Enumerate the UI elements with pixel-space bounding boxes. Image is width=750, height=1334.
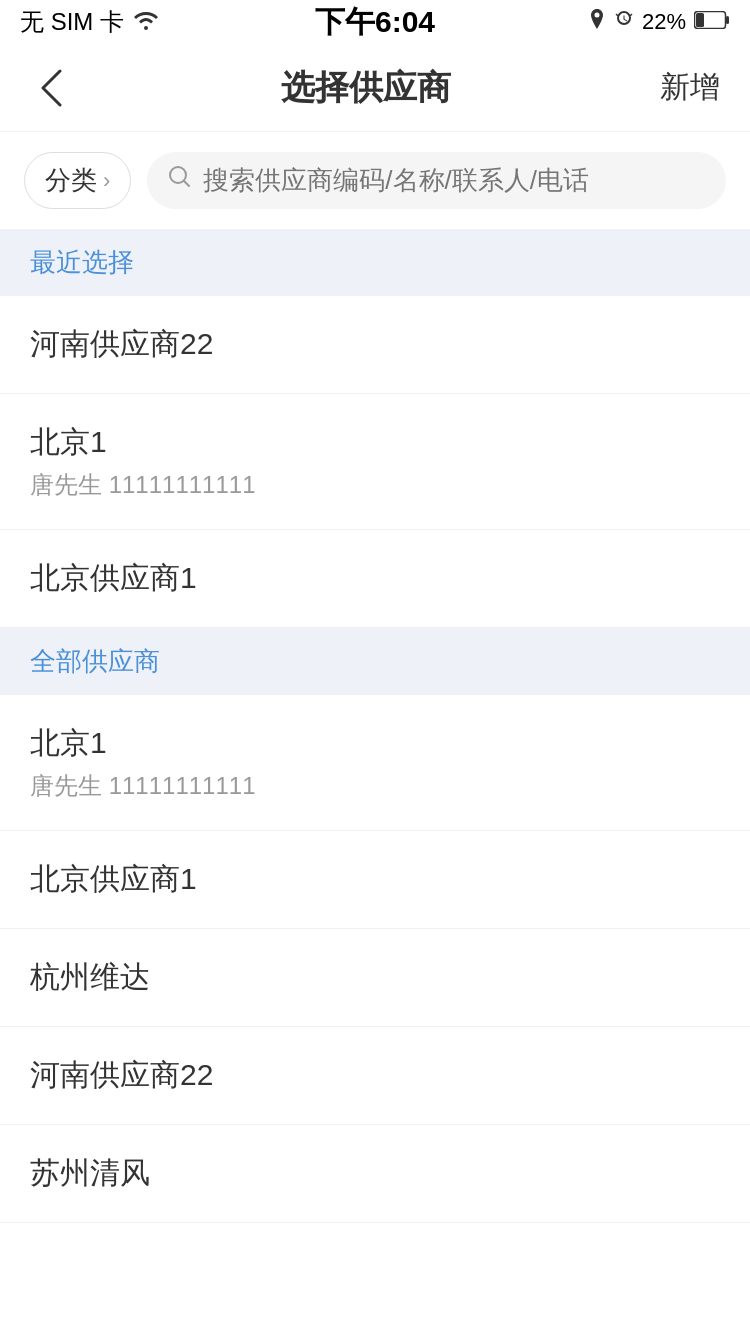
item-name: 河南供应商22 <box>30 324 720 365</box>
status-left: 无 SIM 卡 <box>20 6 160 38</box>
chevron-right-icon: › <box>103 168 110 194</box>
status-right: 22% <box>588 9 730 35</box>
item-name: 河南供应商22 <box>30 1055 720 1096</box>
nav-bar: 选择供应商 新增 <box>0 44 750 132</box>
section-header-text-recent: 最近选择 <box>30 247 134 277</box>
alarm-icon <box>614 9 634 35</box>
status-bar: 无 SIM 卡 下午6:04 22% <box>0 0 750 44</box>
supplier-list: 最近选择河南供应商22 北京1 唐先生 11111111111 北京供应商1 全部供应商… <box>0 229 750 1223</box>
item-name: 北京供应商1 <box>30 859 720 900</box>
section-header-text-all: 全部供应商 <box>30 646 160 676</box>
back-button[interactable] <box>30 59 72 117</box>
section-header-all: 全部供应商 <box>0 628 750 695</box>
page-title: 选择供应商 <box>281 65 451 111</box>
item-name: 北京1 <box>30 723 720 764</box>
item-name: 北京1 <box>30 422 720 463</box>
category-button[interactable]: 分类 › <box>24 152 131 209</box>
item-sub: 唐先生 11111111111 <box>30 469 720 501</box>
battery-text: 22% <box>642 9 686 35</box>
svg-rect-2 <box>696 13 704 27</box>
item-name: 杭州维达 <box>30 957 720 998</box>
list-item[interactable]: 北京供应商1 <box>0 831 750 929</box>
location-icon <box>588 9 606 35</box>
wifi-icon <box>132 8 160 36</box>
section-header-recent: 最近选择 <box>0 229 750 296</box>
list-item[interactable]: 北京1 唐先生 11111111111 <box>0 394 750 530</box>
search-icon <box>167 164 193 197</box>
battery-icon <box>694 9 730 35</box>
carrier-text: 无 SIM 卡 <box>20 6 124 38</box>
item-name: 北京供应商1 <box>30 558 720 599</box>
status-time: 下午6:04 <box>315 2 435 43</box>
list-item[interactable]: 苏州清风 <box>0 1125 750 1223</box>
search-input[interactable] <box>203 165 706 196</box>
list-item[interactable]: 河南供应商22 <box>0 296 750 394</box>
category-label: 分类 <box>45 163 97 198</box>
list-item[interactable]: 杭州维达 <box>0 929 750 1027</box>
list-item[interactable]: 北京1 唐先生 11111111111 <box>0 695 750 831</box>
search-area: 分类 › <box>0 132 750 229</box>
list-item[interactable]: 北京供应商1 <box>0 530 750 628</box>
add-button[interactable]: 新增 <box>660 67 720 108</box>
item-sub: 唐先生 11111111111 <box>30 770 720 802</box>
item-name: 苏州清风 <box>30 1153 720 1194</box>
svg-rect-1 <box>726 16 729 24</box>
search-input-wrapper[interactable] <box>147 152 726 209</box>
list-item[interactable]: 河南供应商22 <box>0 1027 750 1125</box>
